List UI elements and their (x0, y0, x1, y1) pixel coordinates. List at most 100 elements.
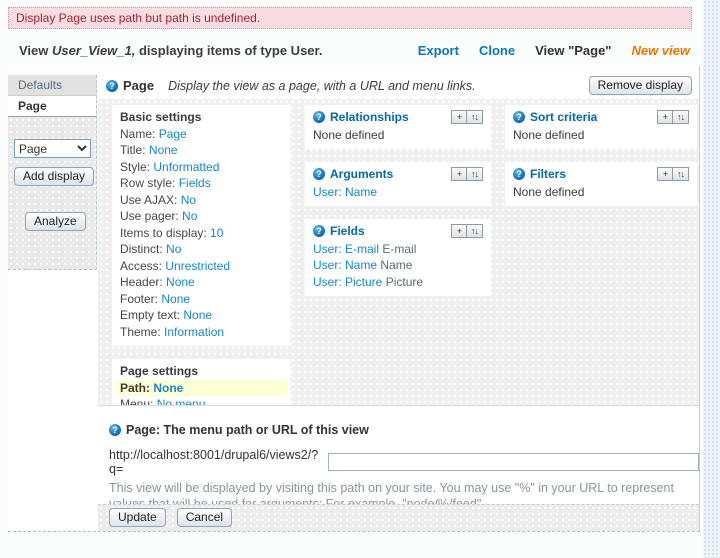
setting-row-use-pager: Use pager: No (120, 209, 198, 223)
field-email-link[interactable]: User: E-mail (313, 242, 379, 256)
help-icon[interactable]: ? (106, 80, 118, 92)
path-config-heading: ? Page: The menu path or URL of this view (109, 423, 699, 437)
basic-settings-title: Basic settings (120, 110, 202, 124)
field-item: User: E-mail E-mail (313, 241, 417, 256)
relationships-header: ? Relationships + ↑↓ (313, 109, 483, 126)
path-input[interactable] (328, 453, 699, 471)
arguments-actions: + ↑↓ (451, 167, 483, 182)
cancel-button[interactable]: Cancel (176, 508, 233, 527)
fields-box: ? Fields + ↑↓ User: E-mail E-mail User: … (305, 219, 491, 296)
display-title: Page (123, 78, 155, 93)
setting-header-link[interactable]: None (166, 275, 195, 289)
error-message: Display Page uses path but path is undef… (8, 7, 692, 29)
tab-page[interactable]: Page (8, 96, 96, 117)
field-name-link[interactable]: User: Name (313, 258, 377, 272)
sort-criteria-title-link[interactable]: Sort criteria (530, 109, 597, 126)
export-link[interactable]: Export (418, 43, 459, 58)
rearrange-icon[interactable]: ↑↓ (673, 110, 689, 125)
analyze-button[interactable]: Analyze (25, 212, 86, 231)
setting-use-ajax-link[interactable]: No (181, 193, 196, 207)
setting-row-style-link[interactable]: Fields (179, 176, 211, 190)
filters-box: ? Filters + ↑↓ None defined (505, 162, 697, 206)
relationships-actions: + ↑↓ (451, 110, 483, 125)
argument-user-name-link[interactable]: User: Name (313, 185, 377, 199)
setting-use-pager-link[interactable]: No (182, 209, 197, 223)
setting-path-link[interactable]: None (153, 381, 183, 395)
clone-link[interactable]: Clone (479, 43, 515, 58)
setting-distinct-link[interactable]: No (166, 242, 181, 256)
view-title-suffix: displaying items of type User. (135, 42, 323, 58)
setting-access-link[interactable]: Unrestricted (165, 259, 230, 273)
sort-criteria-actions: + ↑↓ (657, 110, 689, 125)
add-display-button[interactable]: Add display (14, 167, 95, 186)
remove-display-button[interactable]: Remove display (588, 76, 692, 95)
display-main-area: ? Page Display the view as a page, with a … (98, 66, 699, 531)
help-icon[interactable]: ? (513, 111, 525, 124)
setting-title-link[interactable]: None (149, 143, 178, 157)
setting-row-footer: Footer: None (120, 291, 191, 306)
add-icon[interactable]: + (451, 224, 467, 239)
display-sidebar: Defaults Page Page Add display Analyze (8, 75, 97, 270)
path-config-panel: ? Page: The menu path or URL of this view… (98, 405, 699, 531)
relationships-title-link[interactable]: Relationships (330, 109, 409, 126)
setting-style-link[interactable]: Unformatted (153, 160, 219, 174)
display-settings-body: Basic settings Name: Page Title: None St… (98, 99, 699, 419)
setting-theme-link[interactable]: Information (164, 325, 224, 339)
update-button[interactable]: Update (109, 508, 166, 527)
new-view-link[interactable]: New view (631, 43, 690, 58)
relationships-empty: None defined (313, 127, 385, 142)
setting-items-link[interactable]: 10 (210, 226, 223, 240)
help-icon[interactable]: ? (313, 111, 325, 124)
field-item: User: Picture Picture (313, 274, 424, 289)
filters-title-link[interactable]: Filters (530, 166, 566, 183)
add-icon[interactable]: + (657, 110, 673, 125)
display-header: ? Page Display the view as a page, with a … (98, 75, 699, 99)
view-page-link[interactable]: View "Page" (535, 43, 611, 58)
setting-empty-text-link[interactable]: None (183, 308, 212, 322)
help-icon[interactable]: ? (313, 168, 325, 181)
view-header: View User_View_1, displaying items of ty… (8, 38, 700, 62)
add-icon[interactable]: + (451, 167, 467, 182)
settings-column-middle: ? Relationships + ↑↓ None defined ? Argu… (305, 105, 491, 309)
basic-settings-box: Basic settings Name: Page Title: None St… (112, 105, 291, 346)
setting-row-title: Title: None (120, 143, 178, 157)
filters-empty: None defined (513, 184, 585, 199)
arguments-title-link[interactable]: Arguments (330, 166, 393, 183)
rearrange-icon[interactable]: ↑↓ (673, 167, 689, 182)
config-buttons-bar: Update Cancel (98, 504, 699, 531)
fields-title-link[interactable]: Fields (330, 223, 365, 240)
argument-item: User: Name (313, 184, 483, 201)
rearrange-icon[interactable]: ↑↓ (467, 224, 483, 239)
display-description: Display the view as a page, with a URL a… (168, 79, 476, 93)
add-icon[interactable]: + (657, 167, 673, 182)
field-picture-link[interactable]: User: Picture (313, 275, 382, 289)
rearrange-icon[interactable]: ↑↓ (467, 110, 483, 125)
setting-row-empty-text: Empty text: None (120, 308, 213, 322)
view-title: View User_View_1, displaying items of ty… (19, 43, 323, 58)
help-icon[interactable]: ? (313, 225, 325, 238)
setting-row-access: Access: Unrestricted (120, 258, 231, 273)
setting-row-name: Name: Page (120, 126, 187, 141)
add-icon[interactable]: + (451, 110, 467, 125)
fields-actions: + ↑↓ (451, 224, 483, 239)
error-message-text: Display Page uses path but path is undef… (16, 11, 261, 25)
path-config-heading-text: Page: The menu path or URL of this view (126, 423, 369, 437)
help-icon[interactable]: ? (109, 424, 121, 436)
setting-footer-link[interactable]: None (161, 292, 190, 306)
setting-row-header: Header: None (120, 275, 195, 289)
fields-header: ? Fields + ↑↓ (313, 223, 483, 240)
display-type-select[interactable]: Page (14, 139, 91, 158)
setting-row-style: Style: Unformatted (120, 159, 220, 174)
rearrange-icon[interactable]: ↑↓ (467, 167, 483, 182)
path-url-row: http://localhost:8001/drupal6/views2/?q= (109, 448, 699, 476)
views-edit-container: Defaults Page Page Add display Analyze ?… (8, 66, 700, 532)
page-background-pattern (703, 0, 720, 558)
help-icon[interactable]: ? (513, 168, 525, 181)
settings-column-basic: Basic settings Name: Page Title: None St… (112, 105, 291, 432)
relationships-box: ? Relationships + ↑↓ None defined (305, 105, 491, 149)
setting-name-link[interactable]: Page (159, 127, 187, 141)
sort-criteria-empty: None defined (513, 127, 585, 142)
tab-defaults[interactable]: Defaults (8, 75, 96, 96)
arguments-box: ? Arguments + ↑↓ User: Name (305, 162, 491, 206)
setting-row-row-style: Row style: Fields (120, 176, 211, 190)
